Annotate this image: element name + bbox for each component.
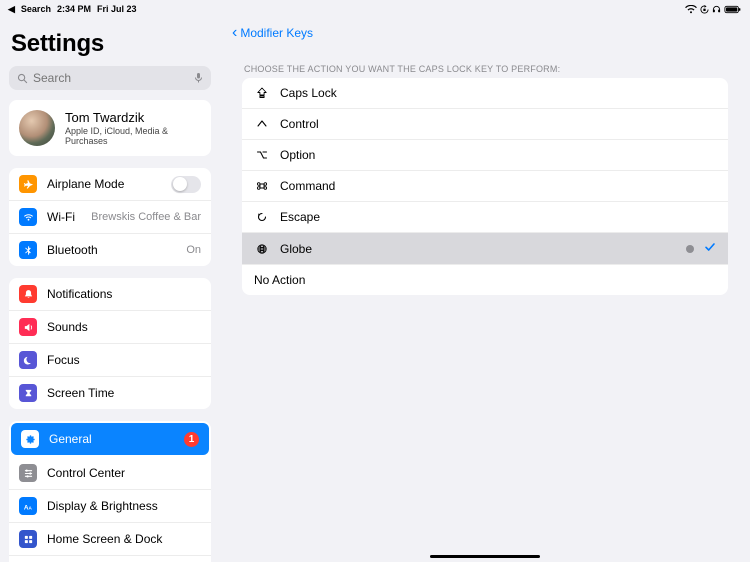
speaker-icon bbox=[19, 318, 37, 336]
status-date: Fri Jul 23 bbox=[97, 4, 137, 14]
avatar bbox=[19, 110, 55, 146]
search-field[interactable] bbox=[9, 66, 211, 90]
option-label: Globe bbox=[280, 242, 686, 256]
sidebar-label: Wi-Fi bbox=[47, 210, 91, 224]
orientation-lock-icon bbox=[700, 5, 709, 14]
text-size-icon: AA bbox=[19, 497, 37, 515]
sidebar-label: Home Screen & Dock bbox=[47, 532, 201, 546]
option-label: Caps Lock bbox=[280, 86, 716, 100]
wifi-icon bbox=[19, 208, 37, 226]
wifi-status-icon bbox=[685, 5, 697, 14]
sidebar-item-display[interactable]: AA Display & Brightness bbox=[9, 489, 211, 522]
sidebar-label: General bbox=[49, 432, 184, 446]
home-indicator[interactable] bbox=[430, 555, 540, 558]
back-button[interactable]: ‹ Modifier Keys bbox=[232, 25, 313, 41]
checkmark-icon bbox=[704, 241, 716, 256]
hourglass-icon bbox=[19, 384, 37, 402]
status-dot-icon bbox=[686, 245, 694, 253]
sidebar-label: Airplane Mode bbox=[47, 177, 171, 191]
status-time: 2:34 PM bbox=[57, 4, 91, 14]
sidebar-label: Bluetooth bbox=[47, 243, 186, 257]
status-bar: ◀ Search 2:34 PM Fri Jul 23 bbox=[0, 0, 750, 18]
settings-sidebar: Settings Tom Twardzik Apple ID, iCloud, … bbox=[0, 18, 220, 562]
option-caps-lock[interactable]: Caps Lock bbox=[242, 78, 728, 108]
option-label: Command bbox=[280, 179, 716, 193]
escape-icon bbox=[254, 211, 270, 223]
sliders-icon bbox=[19, 464, 37, 482]
sidebar-item-airplane[interactable]: Airplane Mode bbox=[9, 168, 211, 200]
status-back-chevron-icon[interactable]: ◀ bbox=[8, 4, 15, 15]
option-no-action[interactable]: No Action bbox=[242, 264, 728, 295]
svg-text:A: A bbox=[28, 505, 32, 510]
option-label: Escape bbox=[280, 210, 716, 224]
search-icon bbox=[17, 73, 28, 84]
section-header: CHOOSE THE ACTION YOU WANT THE CAPS LOCK… bbox=[244, 64, 738, 74]
option-option[interactable]: Option bbox=[242, 139, 728, 170]
sidebar-item-bluetooth[interactable]: Bluetooth On bbox=[9, 233, 211, 266]
sidebar-item-control-center[interactable]: Control Center bbox=[9, 457, 211, 489]
option-label: Option bbox=[280, 148, 716, 162]
apple-id-row[interactable]: Tom Twardzik Apple ID, iCloud, Media & P… bbox=[9, 100, 211, 156]
sidebar-item-focus[interactable]: Focus bbox=[9, 343, 211, 376]
page-title: Settings bbox=[11, 30, 211, 58]
wifi-value: Brewskis Coffee & Bar bbox=[91, 211, 201, 223]
status-back-label[interactable]: Search bbox=[21, 4, 51, 14]
sidebar-item-sounds[interactable]: Sounds bbox=[9, 310, 211, 343]
option-control[interactable]: Control bbox=[242, 108, 728, 139]
airplane-icon bbox=[19, 175, 37, 193]
search-input[interactable] bbox=[33, 71, 194, 85]
chevron-left-icon: ‹ bbox=[232, 25, 237, 41]
profile-name: Tom Twardzik bbox=[65, 110, 201, 125]
bluetooth-icon bbox=[19, 241, 37, 259]
airplane-toggle[interactable] bbox=[171, 176, 201, 193]
sidebar-label: Screen Time bbox=[47, 386, 201, 400]
moon-icon bbox=[19, 351, 37, 369]
bluetooth-value: On bbox=[186, 244, 201, 256]
option-label: Control bbox=[280, 117, 716, 131]
option-globe[interactable]: Globe bbox=[242, 232, 728, 264]
option-label: No Action bbox=[254, 273, 716, 287]
battery-icon bbox=[724, 5, 742, 14]
general-badge: 1 bbox=[184, 432, 199, 447]
option-key-icon bbox=[254, 149, 270, 161]
control-icon bbox=[254, 118, 270, 130]
sidebar-label: Display & Brightness bbox=[47, 499, 201, 513]
headphones-icon bbox=[712, 5, 721, 14]
grid-icon bbox=[19, 530, 37, 548]
caps-lock-icon bbox=[254, 87, 270, 99]
gear-icon bbox=[21, 430, 39, 448]
sidebar-item-accessibility[interactable]: Accessibility bbox=[9, 555, 211, 562]
sidebar-label: Control Center bbox=[47, 466, 201, 480]
options-list: Caps Lock Control Option Command Escape … bbox=[242, 78, 728, 295]
sidebar-item-wifi[interactable]: Wi-Fi Brewskis Coffee & Bar bbox=[9, 200, 211, 233]
sidebar-item-notifications[interactable]: Notifications bbox=[9, 278, 211, 310]
option-escape[interactable]: Escape bbox=[242, 201, 728, 232]
back-label: Modifier Keys bbox=[240, 26, 313, 40]
profile-sub: Apple ID, iCloud, Media & Purchases bbox=[65, 126, 201, 146]
command-icon bbox=[254, 180, 270, 192]
bell-icon bbox=[19, 285, 37, 303]
sidebar-item-home-screen[interactable]: Home Screen & Dock bbox=[9, 522, 211, 555]
sidebar-label: Sounds bbox=[47, 320, 201, 334]
sidebar-item-general[interactable]: General 1 bbox=[11, 423, 209, 455]
option-command[interactable]: Command bbox=[242, 170, 728, 201]
globe-icon bbox=[254, 243, 270, 255]
sidebar-item-screentime[interactable]: Screen Time bbox=[9, 376, 211, 409]
sidebar-label: Notifications bbox=[47, 287, 201, 301]
sidebar-label: Focus bbox=[47, 353, 201, 367]
mic-icon[interactable] bbox=[194, 72, 203, 84]
detail-pane: ‹ Modifier Keys CHOOSE THE ACTION YOU WA… bbox=[220, 18, 750, 562]
